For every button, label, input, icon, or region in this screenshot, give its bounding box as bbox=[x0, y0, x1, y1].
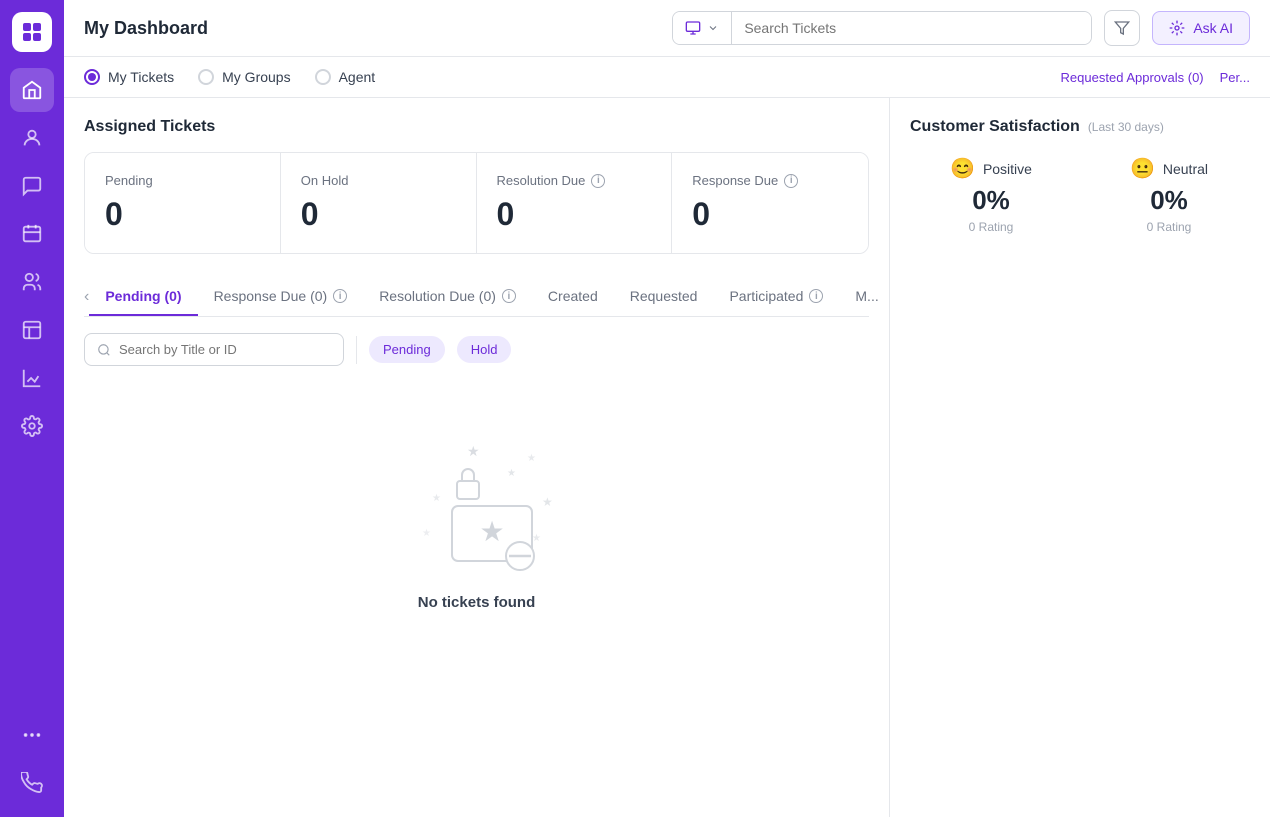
positive-rating: 0 Rating bbox=[969, 220, 1014, 234]
stat-resolution-due-value: 0 bbox=[497, 196, 652, 233]
stat-on-hold-label: On Hold bbox=[301, 173, 456, 188]
per-link[interactable]: Per... bbox=[1220, 70, 1250, 85]
right-panel: Customer Satisfaction (Last 30 days) 😊 P… bbox=[890, 98, 1270, 817]
satisfaction-header: Customer Satisfaction (Last 30 days) bbox=[910, 118, 1250, 136]
svg-text:★: ★ bbox=[432, 493, 441, 504]
satisfaction-subtitle: (Last 30 days) bbox=[1088, 120, 1164, 134]
svg-text:★: ★ bbox=[467, 443, 480, 459]
tab-agent[interactable]: Agent bbox=[315, 69, 376, 85]
svg-text:★: ★ bbox=[542, 495, 553, 509]
global-search-wrapper bbox=[672, 11, 1092, 45]
positive-label: Positive bbox=[983, 161, 1032, 177]
subtab-response-due[interactable]: Response Due (0) i bbox=[198, 278, 364, 316]
response-due-info-icon: i bbox=[784, 174, 798, 188]
radio-agent bbox=[315, 69, 331, 85]
subtab-more[interactable]: M... bbox=[839, 278, 890, 316]
stat-resolution-due: Resolution Due i 0 bbox=[477, 153, 673, 253]
tab-my-groups[interactable]: My Groups bbox=[198, 69, 290, 85]
subtab-participated[interactable]: Participated i bbox=[713, 278, 839, 316]
ticket-sub-tabs: ‹ Pending (0) Response Due (0) i Resolut… bbox=[84, 278, 869, 317]
svg-text:★: ★ bbox=[532, 533, 541, 544]
radio-my-tickets bbox=[84, 69, 100, 85]
subtab-resolution-due[interactable]: Resolution Due (0) i bbox=[363, 278, 532, 316]
positive-icon: 😊 bbox=[950, 156, 975, 181]
response-due-tab-info: i bbox=[333, 289, 347, 303]
ticket-search-row: Pending Hold bbox=[84, 333, 869, 366]
empty-illustration: ★ ★ ★ ★ ★ ★ ★ ★ bbox=[377, 426, 577, 586]
chevron-down-icon bbox=[707, 22, 719, 34]
filter-pending-chip[interactable]: Pending bbox=[369, 336, 445, 363]
satisfaction-title: Customer Satisfaction bbox=[910, 118, 1080, 136]
ticket-search-input[interactable] bbox=[119, 342, 331, 357]
main-content: My Dashboard Ask AI My Tickets My Groups bbox=[64, 0, 1270, 817]
left-panel: Assigned Tickets Pending 0 On Hold 0 bbox=[64, 98, 890, 817]
ticket-search-icon bbox=[97, 343, 111, 357]
positive-percentage: 0% bbox=[972, 185, 1010, 216]
search-type-button[interactable] bbox=[673, 12, 732, 44]
ask-ai-label: Ask AI bbox=[1193, 20, 1233, 36]
stat-pending: Pending 0 bbox=[85, 153, 281, 253]
subtab-pending[interactable]: Pending (0) bbox=[89, 278, 197, 316]
svg-text:★: ★ bbox=[479, 516, 504, 547]
stat-on-hold-value: 0 bbox=[301, 196, 456, 233]
assigned-tickets-title: Assigned Tickets bbox=[84, 118, 869, 136]
sidebar-item-tickets[interactable] bbox=[10, 212, 54, 256]
neutral-rating: 0 Rating bbox=[1147, 220, 1192, 234]
sidebar-item-phone[interactable] bbox=[10, 761, 54, 805]
sidebar-item-reports[interactable] bbox=[10, 356, 54, 400]
ticket-search-box bbox=[84, 333, 344, 366]
neutral-icon: 😐 bbox=[1130, 156, 1155, 181]
empty-state: ★ ★ ★ ★ ★ ★ ★ ★ No ti bbox=[84, 386, 869, 651]
tab-my-tickets[interactable]: My Tickets bbox=[84, 69, 174, 85]
svg-text:★: ★ bbox=[527, 453, 536, 464]
subtab-created[interactable]: Created bbox=[532, 278, 614, 316]
ask-ai-button[interactable]: Ask AI bbox=[1152, 11, 1250, 45]
sidebar-item-users[interactable] bbox=[10, 260, 54, 304]
radio-dot bbox=[88, 73, 96, 81]
header-right-links: Requested Approvals (0) Per... bbox=[1061, 70, 1250, 85]
svg-text:★: ★ bbox=[422, 528, 431, 539]
neutral-percentage: 0% bbox=[1150, 185, 1188, 216]
sidebar-item-contacts[interactable] bbox=[10, 116, 54, 160]
stat-response-due-value: 0 bbox=[692, 196, 848, 233]
satisfaction-positive: 😊 Positive 0% 0 Rating bbox=[910, 156, 1072, 234]
stat-pending-label: Pending bbox=[105, 173, 260, 188]
sidebar-item-home[interactable] bbox=[10, 68, 54, 112]
filter-button[interactable] bbox=[1104, 10, 1140, 46]
sidebar bbox=[0, 0, 64, 817]
empty-state-message: No tickets found bbox=[418, 594, 536, 611]
stats-grid: Pending 0 On Hold 0 Resolution Due i 0 bbox=[84, 152, 869, 254]
content-area: Assigned Tickets Pending 0 On Hold 0 bbox=[64, 98, 1270, 817]
sidebar-item-conversations[interactable] bbox=[10, 164, 54, 208]
app-logo bbox=[12, 12, 52, 52]
resolution-due-tab-info: i bbox=[502, 289, 516, 303]
stat-on-hold: On Hold 0 bbox=[281, 153, 477, 253]
resolution-due-info-icon: i bbox=[591, 174, 605, 188]
stat-response-due: Response Due i 0 bbox=[672, 153, 868, 253]
page-title: My Dashboard bbox=[84, 18, 660, 39]
search-divider bbox=[356, 336, 357, 364]
satisfaction-grid: 😊 Positive 0% 0 Rating 😐 Neutral 0% 0 Ra… bbox=[910, 156, 1250, 234]
global-search-input[interactable] bbox=[732, 12, 1091, 44]
ai-icon bbox=[1169, 20, 1185, 36]
stat-response-due-label: Response Due i bbox=[692, 173, 848, 188]
stat-resolution-due-label: Resolution Due i bbox=[497, 173, 652, 188]
svg-text:★: ★ bbox=[507, 468, 516, 479]
view-tabs-bar: My Tickets My Groups Agent Requested App… bbox=[64, 57, 1270, 98]
radio-my-groups bbox=[198, 69, 214, 85]
participated-tab-info: i bbox=[809, 289, 823, 303]
requested-approvals-link[interactable]: Requested Approvals (0) bbox=[1061, 70, 1204, 85]
stat-pending-value: 0 bbox=[105, 196, 260, 233]
header: My Dashboard Ask AI bbox=[64, 0, 1270, 57]
filter-hold-chip[interactable]: Hold bbox=[457, 336, 512, 363]
filter-icon bbox=[1114, 20, 1130, 36]
sidebar-item-settings[interactable] bbox=[10, 404, 54, 448]
neutral-label: Neutral bbox=[1163, 161, 1208, 177]
subtab-requested[interactable]: Requested bbox=[614, 278, 714, 316]
sidebar-item-library[interactable] bbox=[10, 308, 54, 352]
satisfaction-neutral: 😐 Neutral 0% 0 Rating bbox=[1088, 156, 1250, 234]
sidebar-item-more[interactable] bbox=[10, 713, 54, 757]
